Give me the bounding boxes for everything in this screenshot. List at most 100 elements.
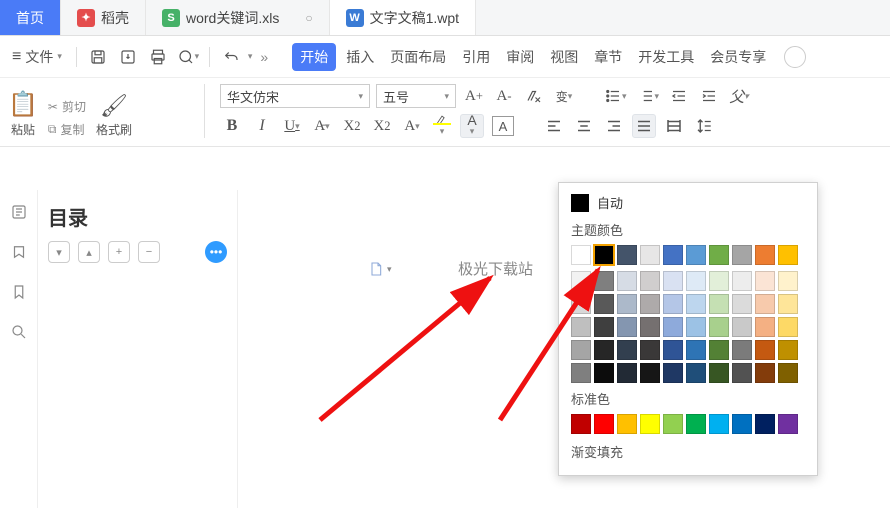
color-swatch[interactable] (617, 245, 637, 265)
color-swatch[interactable] (571, 271, 591, 291)
color-swatch[interactable] (755, 363, 775, 383)
color-swatch[interactable] (778, 294, 798, 314)
color-swatch[interactable] (732, 340, 752, 360)
color-swatch[interactable] (617, 271, 637, 291)
color-swatch[interactable] (617, 414, 637, 434)
preview-button[interactable]: ▾ (175, 44, 201, 70)
color-swatch[interactable] (686, 294, 706, 314)
align-right-button[interactable] (602, 114, 626, 138)
outline-expand-button[interactable]: ▴ (78, 241, 100, 263)
rail-nav-icon[interactable] (9, 242, 29, 262)
grow-font-button[interactable]: A+ (462, 84, 486, 108)
color-swatch[interactable] (640, 340, 660, 360)
copy-button[interactable]: ⧉ 复制 (48, 121, 86, 138)
color-swatch[interactable] (594, 245, 614, 265)
search-button[interactable] (784, 46, 806, 68)
more-quickaccess[interactable]: » (256, 49, 272, 65)
number-list-button[interactable]: ▾ (635, 84, 662, 108)
color-swatch[interactable] (640, 317, 660, 337)
rail-outline-icon[interactable] (9, 202, 29, 222)
phonetic-guide-button[interactable]: 变▾ (552, 84, 576, 108)
change-case-button[interactable]: A▾ (400, 114, 424, 138)
color-swatch[interactable] (778, 317, 798, 337)
color-swatch[interactable] (709, 317, 729, 337)
ribbon-tab-start[interactable]: 开始 (292, 43, 336, 71)
color-swatch[interactable] (755, 317, 775, 337)
color-swatch[interactable] (571, 340, 591, 360)
color-swatch[interactable] (732, 363, 752, 383)
bold-button[interactable]: B (220, 114, 244, 138)
highlight-color-button[interactable]: ▾ (430, 114, 454, 138)
color-swatch[interactable] (663, 414, 683, 434)
color-swatch[interactable] (571, 414, 591, 434)
ribbon-tab-review[interactable]: 审阅 (500, 43, 540, 71)
color-swatch[interactable] (732, 414, 752, 434)
color-swatch[interactable] (571, 317, 591, 337)
tab-home[interactable]: 首页 (0, 0, 61, 35)
color-swatch[interactable] (594, 317, 614, 337)
format-painter-button[interactable]: 🖌 格式刷 (96, 93, 132, 138)
tab-file-xls[interactable]: S word关键词.xls ○ (146, 0, 330, 35)
bullet-list-button[interactable]: ▾ (602, 84, 629, 108)
rail-search-icon[interactable] (9, 322, 29, 342)
distributed-align-button[interactable] (662, 114, 686, 138)
tab-docer[interactable]: ✦ 稻壳 (61, 0, 146, 35)
font-family-select[interactable]: 华文仿宋 ▾ (220, 84, 370, 108)
page-icon[interactable]: ▾ (368, 260, 392, 278)
outline-refresh-button[interactable]: ••• (205, 241, 227, 263)
color-swatch[interactable] (594, 363, 614, 383)
outline-collapse-button[interactable]: ▾ (48, 241, 70, 263)
color-swatch[interactable] (709, 340, 729, 360)
strikethrough-button[interactable]: A̶▾ (310, 114, 334, 138)
color-swatch[interactable] (732, 294, 752, 314)
color-swatch[interactable] (755, 294, 775, 314)
print-button[interactable] (145, 44, 171, 70)
tab-file-wpt[interactable]: W 文字文稿1.wpt (330, 0, 476, 35)
line-spacing-button[interactable] (692, 114, 716, 138)
superscript-button[interactable]: X2 (340, 114, 364, 138)
color-swatch[interactable] (571, 245, 591, 265)
paste-button[interactable]: 📋 粘贴 (8, 90, 38, 138)
color-swatch[interactable] (663, 363, 683, 383)
file-menu[interactable]: ≡ 文件 ▾ (6, 47, 68, 67)
color-swatch[interactable] (663, 317, 683, 337)
ribbon-tab-dev[interactable]: 开发工具 (632, 43, 700, 71)
ribbon-tab-insert[interactable]: 插入 (340, 43, 380, 71)
save-button[interactable] (85, 44, 111, 70)
color-swatch[interactable] (778, 414, 798, 434)
color-swatch[interactable] (640, 294, 660, 314)
cut-button[interactable]: ✂ 剪切 (48, 98, 86, 115)
color-swatch[interactable] (686, 340, 706, 360)
color-swatch[interactable] (732, 317, 752, 337)
underline-button[interactable]: U▾ (280, 114, 304, 138)
ribbon-tab-member[interactable]: 会员专享 (704, 43, 772, 71)
color-swatch[interactable] (686, 271, 706, 291)
outline-add-button[interactable]: + (108, 241, 130, 263)
color-swatch[interactable] (594, 271, 614, 291)
align-left-button[interactable] (542, 114, 566, 138)
ribbon-tab-ref[interactable]: 引用 (456, 43, 496, 71)
color-swatch[interactable] (594, 340, 614, 360)
color-swatch[interactable] (709, 294, 729, 314)
subscript-button[interactable]: X2 (370, 114, 394, 138)
color-swatch[interactable] (755, 340, 775, 360)
color-swatch[interactable] (778, 340, 798, 360)
color-swatch[interactable] (663, 340, 683, 360)
outline-remove-button[interactable]: − (138, 241, 160, 263)
color-swatch[interactable] (571, 363, 591, 383)
color-swatch[interactable] (571, 294, 591, 314)
color-swatch[interactable] (617, 340, 637, 360)
color-swatch[interactable] (617, 294, 637, 314)
undo-button[interactable] (218, 44, 244, 70)
color-swatch[interactable] (709, 363, 729, 383)
color-swatch[interactable] (663, 294, 683, 314)
character-border-button[interactable]: A (490, 114, 516, 138)
color-swatch[interactable] (778, 245, 798, 265)
font-color-button[interactable]: A ▾ (460, 114, 484, 138)
export-button[interactable] (115, 44, 141, 70)
color-swatch[interactable] (640, 271, 660, 291)
ribbon-tab-chapter[interactable]: 章节 (588, 43, 628, 71)
color-swatch[interactable] (755, 271, 775, 291)
align-justify-button[interactable] (632, 114, 656, 138)
ribbon-tab-view[interactable]: 视图 (544, 43, 584, 71)
